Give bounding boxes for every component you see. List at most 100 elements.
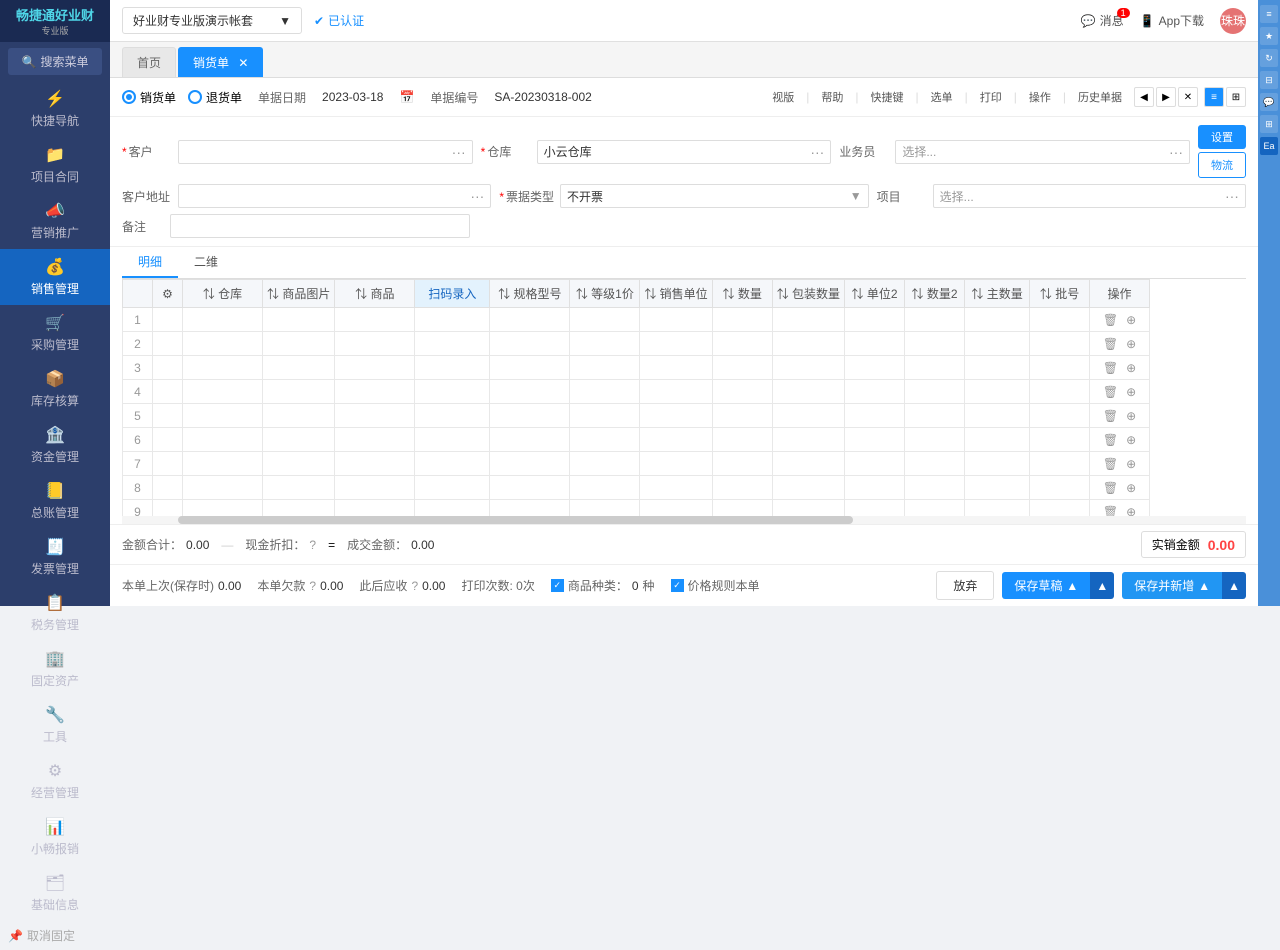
table-cell[interactable] bbox=[772, 476, 844, 500]
table-cell[interactable] bbox=[490, 476, 570, 500]
th-sales-unit[interactable]: ⇅ 销售单位 bbox=[640, 280, 712, 308]
table-cell[interactable] bbox=[772, 428, 844, 452]
calendar-icon[interactable]: 📅 bbox=[399, 90, 414, 104]
th-price1[interactable]: ⇅ 等级1价 bbox=[570, 280, 640, 308]
table-cell[interactable] bbox=[570, 476, 640, 500]
table-cell[interactable] bbox=[712, 332, 772, 356]
table-cell[interactable] bbox=[965, 308, 1030, 332]
table-cell[interactable] bbox=[965, 476, 1030, 500]
sidebar-item-quicknav[interactable]: ⚡ 快捷导航 bbox=[0, 81, 110, 137]
delete-row-btn[interactable]: 🗑 bbox=[1101, 361, 1120, 375]
table-cell[interactable] bbox=[415, 308, 490, 332]
sidebar-item-purchase[interactable]: 🛒 采购管理 bbox=[0, 305, 110, 361]
table-cell[interactable] bbox=[905, 356, 965, 380]
view-btn[interactable]: 视版 bbox=[766, 86, 800, 108]
th-warehouse[interactable]: ⇅ 仓库 bbox=[183, 280, 263, 308]
price-check-label[interactable]: ✓ 价格规则本单 bbox=[671, 577, 760, 594]
table-cell[interactable] bbox=[905, 332, 965, 356]
table-cell[interactable] bbox=[640, 428, 712, 452]
table-cell[interactable] bbox=[965, 332, 1030, 356]
table-cell[interactable] bbox=[712, 380, 772, 404]
table-cell[interactable] bbox=[845, 476, 905, 500]
table-cell[interactable] bbox=[905, 404, 965, 428]
table-cell[interactable] bbox=[570, 380, 640, 404]
save-new-dropdown[interactable]: ▲ bbox=[1222, 572, 1246, 599]
table-cell[interactable] bbox=[415, 500, 490, 517]
shortcut-btn[interactable]: 快捷键 bbox=[865, 86, 910, 108]
rp-filter-icon[interactable]: ⊟ bbox=[1260, 71, 1278, 89]
user-avatar[interactable]: 珠珠 bbox=[1220, 8, 1246, 34]
table-cell[interactable] bbox=[965, 404, 1030, 428]
table-cell[interactable] bbox=[490, 308, 570, 332]
table-cell[interactable] bbox=[845, 308, 905, 332]
table-cell[interactable] bbox=[490, 428, 570, 452]
rp-chat-icon[interactable]: 💬 bbox=[1260, 93, 1278, 111]
table-cell[interactable] bbox=[965, 452, 1030, 476]
table-cell[interactable] bbox=[712, 428, 772, 452]
table-cell[interactable] bbox=[965, 500, 1030, 517]
table-cell[interactable] bbox=[415, 332, 490, 356]
table-cell[interactable] bbox=[153, 356, 183, 380]
sidebar-item-accounts[interactable]: 📒 总账管理 bbox=[0, 473, 110, 529]
table-cell[interactable] bbox=[570, 332, 640, 356]
nav-close[interactable]: ✕ bbox=[1178, 87, 1198, 107]
sidebar-item-reports[interactable]: 📊 小畅报销 bbox=[0, 809, 110, 865]
table-cell[interactable] bbox=[335, 500, 415, 517]
table-cell[interactable] bbox=[415, 380, 490, 404]
nav-next[interactable]: ▶ bbox=[1156, 87, 1176, 107]
table-cell[interactable] bbox=[712, 404, 772, 428]
table-cell[interactable] bbox=[845, 428, 905, 452]
table-cell[interactable] bbox=[1030, 452, 1090, 476]
sidebar-item-tools[interactable]: 🔧 工具 bbox=[0, 697, 110, 753]
sidebar-bottom-cancel[interactable]: 📌 取消固定 bbox=[0, 921, 110, 950]
sidebar-item-capital[interactable]: 🏦 资金管理 bbox=[0, 417, 110, 473]
table-cell[interactable] bbox=[263, 308, 335, 332]
discard-button[interactable]: 放弃 bbox=[936, 571, 994, 600]
delete-row-btn[interactable]: 🗑 bbox=[1101, 385, 1120, 399]
customer-addr-input[interactable]: ··· bbox=[178, 184, 491, 208]
delete-row-btn[interactable]: 🗑 bbox=[1101, 457, 1120, 471]
table-cell[interactable] bbox=[415, 428, 490, 452]
sidebar-item-fixedassets[interactable]: 🏢 固定资产 bbox=[0, 641, 110, 697]
table-cell[interactable] bbox=[490, 500, 570, 517]
sidebar-item-sales[interactable]: 💰 销售管理 bbox=[0, 249, 110, 305]
table-cell[interactable] bbox=[183, 428, 263, 452]
table-cell[interactable] bbox=[1030, 332, 1090, 356]
sidebar-item-tax[interactable]: 📋 税务管理 bbox=[0, 585, 110, 641]
table-cell[interactable] bbox=[712, 356, 772, 380]
copy-row-btn[interactable]: ⊕ bbox=[1124, 409, 1138, 423]
copy-row-btn[interactable]: ⊕ bbox=[1124, 505, 1138, 517]
copy-row-btn[interactable]: ⊕ bbox=[1124, 313, 1138, 327]
scrollbar-thumb[interactable] bbox=[178, 516, 852, 524]
nav-prev[interactable]: ◀ bbox=[1134, 87, 1154, 107]
tab-2d[interactable]: 二维 bbox=[178, 247, 234, 278]
delete-row-btn[interactable]: 🗑 bbox=[1101, 505, 1120, 517]
table-cell[interactable] bbox=[335, 428, 415, 452]
copy-row-btn[interactable]: ⊕ bbox=[1124, 481, 1138, 495]
view-list-btn[interactable]: ≡ bbox=[1204, 87, 1224, 107]
table-cell[interactable] bbox=[905, 308, 965, 332]
copy-row-btn[interactable]: ⊕ bbox=[1124, 433, 1138, 447]
table-cell[interactable] bbox=[415, 476, 490, 500]
save-draft-button[interactable]: 保存草稿 ▲ bbox=[1002, 572, 1090, 599]
rp-star-icon[interactable]: ★ bbox=[1260, 27, 1278, 45]
table-cell[interactable] bbox=[905, 476, 965, 500]
table-cell[interactable] bbox=[965, 428, 1030, 452]
delete-row-btn[interactable]: 🗑 bbox=[1101, 433, 1120, 447]
table-cell[interactable] bbox=[1030, 308, 1090, 332]
invoice-type-select[interactable]: 不开票 ▼ bbox=[560, 184, 869, 208]
table-cell[interactable] bbox=[335, 404, 415, 428]
table-cell[interactable] bbox=[640, 308, 712, 332]
table-cell[interactable] bbox=[570, 452, 640, 476]
table-cell[interactable] bbox=[335, 452, 415, 476]
table-cell[interactable] bbox=[153, 476, 183, 500]
sidebar-item-project[interactable]: 📁 项目合同 bbox=[0, 137, 110, 193]
table-cell[interactable] bbox=[640, 500, 712, 517]
view-grid-btn[interactable]: ⊞ bbox=[1226, 87, 1246, 107]
table-cell[interactable] bbox=[263, 476, 335, 500]
table-cell[interactable] bbox=[183, 332, 263, 356]
sidebar-item-marketing[interactable]: 📣 营销推广 bbox=[0, 193, 110, 249]
table-cell[interactable] bbox=[845, 452, 905, 476]
table-cell[interactable] bbox=[490, 332, 570, 356]
table-cell[interactable] bbox=[965, 356, 1030, 380]
